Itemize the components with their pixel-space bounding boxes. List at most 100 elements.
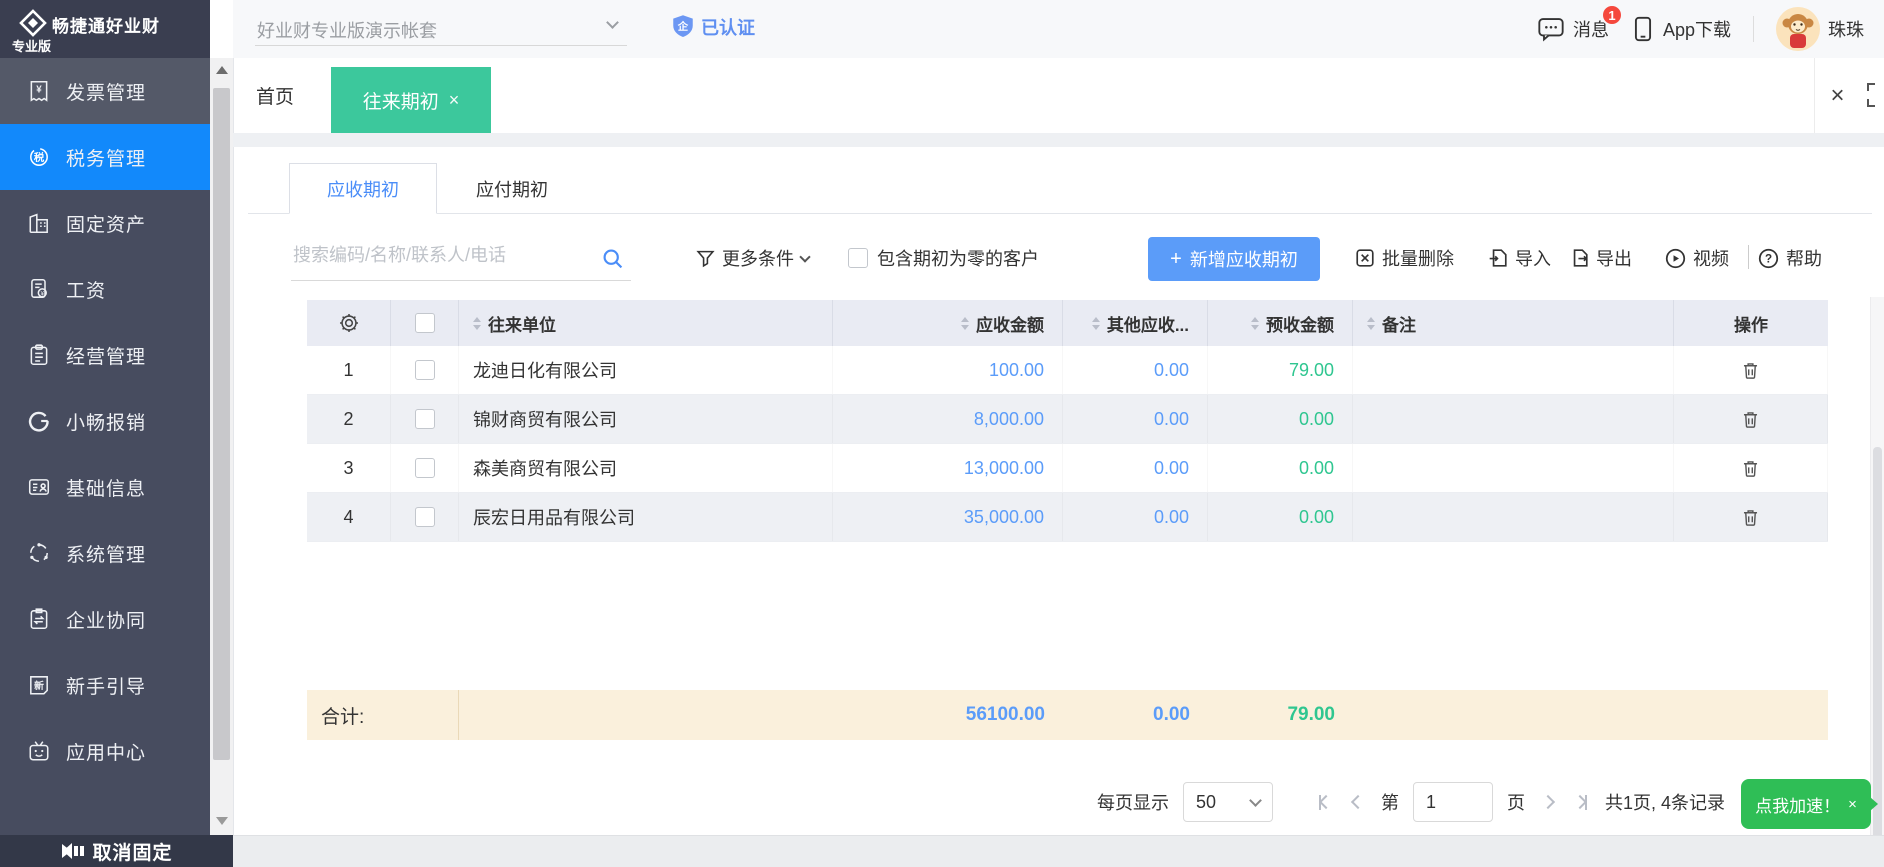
video-button[interactable]: 视频 (1665, 245, 1729, 271)
sort-icons (1367, 316, 1375, 330)
include-zero-checkbox-row[interactable]: 包含期初为零的客户 (848, 245, 1039, 271)
include-zero-checkbox[interactable] (848, 248, 868, 268)
content-scrollbar[interactable] (1870, 297, 1884, 867)
payroll-icon: ¥ (26, 276, 52, 302)
search-input[interactable] (291, 235, 591, 266)
sidebar-item-beginner-guide[interactable]: 新 新手引导 (0, 652, 210, 718)
main-panel: 应收期初 应付期初 更多条件 包含期初为零的客户 + 新增应收期初 批量 (233, 147, 1884, 867)
sort-icons (961, 316, 969, 330)
page-number-input[interactable] (1412, 782, 1493, 822)
other-receivable-cell: 0.00 (1063, 346, 1208, 394)
gear-icon (339, 313, 358, 333)
user-menu[interactable]: 珠珠 (1776, 7, 1864, 51)
sidebar: 畅捷通好业财 专业版 ¥ 发票管理 税 税务管理 固定资产 ¥ 工资 经营管理 (0, 0, 210, 835)
page-prefix: 第 (1380, 793, 1399, 813)
page-suffix: 页 (1506, 793, 1525, 813)
accelerate-floating-button[interactable]: 点我加速！ × (1741, 779, 1878, 829)
unit-cell[interactable]: 辰宏日用品有限公司 (459, 493, 833, 541)
account-selector[interactable]: 好业财专业版演示帐套 (255, 10, 627, 46)
subtab-receivable-opening[interactable]: 应收期初 (289, 163, 437, 214)
sidebar-item-invoice[interactable]: ¥ 发票管理 (0, 58, 210, 124)
import-button[interactable]: 导入 (1488, 245, 1551, 271)
sidebar-item-tax[interactable]: 税 税务管理 (0, 124, 210, 190)
sidebar-item-fixed-assets[interactable]: 固定资产 (0, 190, 210, 256)
row-checkbox[interactable] (414, 360, 435, 380)
unit-cell[interactable]: 森美商贸有限公司 (459, 444, 833, 492)
sidebar-item-app-center[interactable]: 应用中心 (0, 718, 210, 784)
remark-cell (1353, 346, 1674, 394)
sidebar-item-collaboration[interactable]: 企业协同 (0, 586, 210, 652)
sort-icons (473, 316, 481, 330)
column-settings-button[interactable] (307, 300, 391, 346)
scroll-down-icon[interactable] (216, 817, 228, 825)
sidebar-item-expense[interactable]: 小畅报销 (0, 388, 210, 454)
fullscreen-icon[interactable] (1866, 82, 1884, 108)
sidebar-item-base-info[interactable]: 基础信息 (0, 454, 210, 520)
delete-row-icon[interactable] (1741, 508, 1760, 527)
row-checkbox[interactable] (414, 409, 435, 429)
row-index: 4 (307, 493, 391, 541)
close-panel-button[interactable]: × (1814, 58, 1860, 133)
messages-button[interactable]: 消息 1 (1537, 4, 1623, 42)
delete-row-icon[interactable] (1741, 459, 1760, 478)
svg-text:企: 企 (677, 20, 689, 33)
sort-icons (1251, 316, 1259, 330)
last-page-button[interactable] (1572, 794, 1588, 810)
prev-page-button[interactable] (1350, 794, 1366, 810)
sidebar-item-operations[interactable]: 经营管理 (0, 322, 210, 388)
row-checkbox[interactable] (414, 507, 435, 527)
batch-delete-icon (1356, 249, 1374, 267)
advance-cell: 79.00 (1208, 346, 1353, 394)
topbar: 好业财专业版演示帐套 企 已认证 消息 1 App下载 珠珠 (233, 0, 1884, 58)
shield-icon: 企 (673, 15, 693, 38)
sidebar-item-label: 工资 (66, 280, 107, 302)
close-icon[interactable]: × (1848, 796, 1857, 813)
unit-cell[interactable]: 锦财商贸有限公司 (459, 395, 833, 443)
floater-tail (1870, 797, 1878, 811)
delete-row-icon[interactable] (1741, 410, 1760, 429)
export-icon (1573, 249, 1588, 267)
search-icon[interactable] (601, 247, 625, 276)
unit-cell[interactable]: 龙迪日化有限公司 (459, 346, 833, 394)
import-icon (1489, 249, 1507, 267)
close-tab-icon[interactable]: × (449, 90, 460, 111)
video-label: 视频 (1693, 249, 1729, 269)
app-center-icon (26, 738, 52, 764)
header-receivable[interactable]: 应收金额 (833, 300, 1063, 346)
brand-edition-badge: 专业版 (12, 39, 52, 54)
delete-row-icon[interactable] (1741, 361, 1760, 380)
subtab-payable-opening[interactable]: 应付期初 (437, 163, 587, 214)
header-advance[interactable]: 预收金额 (1208, 300, 1353, 346)
accelerate-label: 点我加速！ (1755, 796, 1841, 816)
scroll-up-icon[interactable] (216, 66, 228, 74)
sidebar-item-label: 应用中心 (66, 742, 147, 764)
unpin-sidebar-button[interactable]: 取消固定 (0, 835, 233, 867)
row-checkbox[interactable] (414, 458, 435, 478)
plus-icon: + (1170, 247, 1182, 270)
sidebar-item-system[interactable]: 系统管理 (0, 520, 210, 586)
first-page-button[interactable] (1318, 794, 1334, 810)
header-unit[interactable]: 往来单位 (459, 300, 833, 346)
add-receivable-opening-button[interactable]: + 新增应收期初 (1148, 237, 1320, 281)
filter-funnel-icon (696, 250, 715, 267)
header-other-receivable[interactable]: 其他应收... (1063, 300, 1208, 346)
scrollbar-thumb[interactable] (213, 88, 230, 760)
app-download-button[interactable]: App下载 (1631, 16, 1731, 42)
sidebar-scrollbar[interactable] (210, 58, 233, 835)
next-page-button[interactable] (1540, 794, 1556, 810)
certified-badge[interactable]: 企 已认证 (671, 14, 755, 40)
sidebar-item-payroll[interactable]: ¥ 工资 (0, 256, 210, 322)
header-remark[interactable]: 备注 (1353, 300, 1674, 346)
more-filters-button[interactable]: 更多条件 (696, 245, 811, 271)
import-label: 导入 (1515, 249, 1551, 269)
select-all-checkbox[interactable] (414, 313, 435, 333)
batch-delete-button[interactable]: 批量删除 (1355, 245, 1454, 271)
help-button[interactable]: ? 帮助 (1758, 245, 1822, 271)
sidebar-item-label: 发票管理 (66, 82, 147, 104)
per-page-select[interactable]: 50 (1182, 782, 1273, 822)
table-row: 4 辰宏日用品有限公司 35,000.00 0.00 0.00 (307, 493, 1828, 542)
certified-label: 已认证 (701, 18, 755, 38)
tab-current-opening-balance[interactable]: 往来期初 × (331, 67, 491, 133)
tab-home[interactable]: 首页 (256, 58, 294, 133)
export-button[interactable]: 导出 (1569, 245, 1632, 271)
